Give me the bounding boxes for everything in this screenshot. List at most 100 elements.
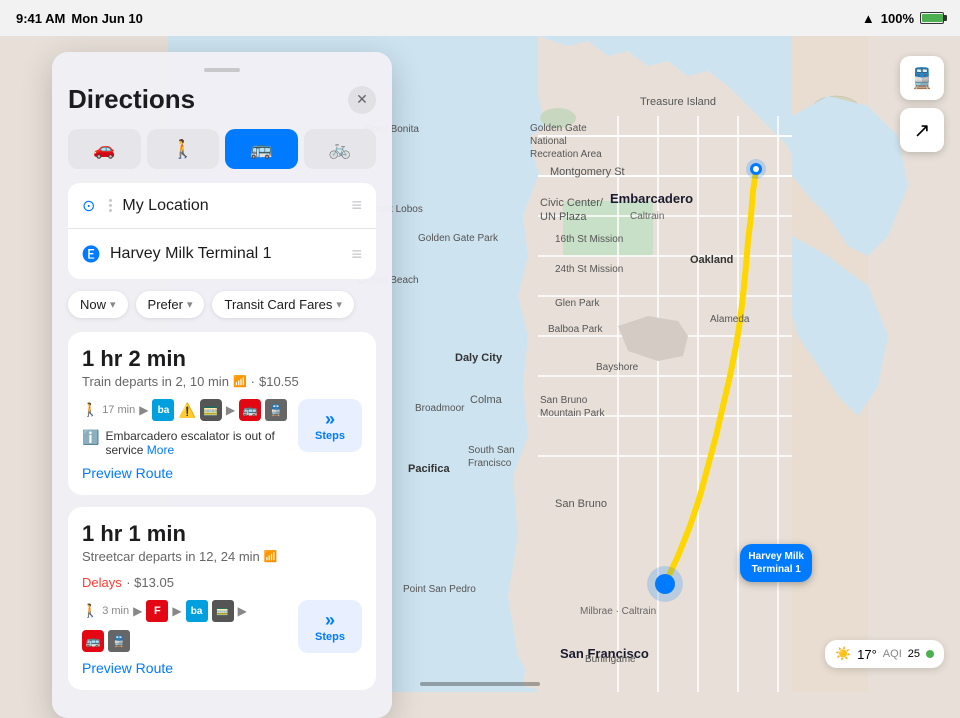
alert-icon-1: ℹ️	[82, 429, 99, 446]
transport-tabs: 🚗 🚶 🚌 🚲	[68, 129, 376, 169]
status-right: ▲ 100%	[862, 11, 944, 26]
drive-icon: 🚗	[93, 139, 115, 160]
muni-f-badge: F	[146, 600, 168, 622]
route-2-info: 🚶 3 min ▶ F ▶ ba 🚃 ▶ 🚌 🚆 Preview Route	[82, 600, 298, 676]
walk-icon-r2: 🚶	[82, 603, 98, 619]
route-2-duration: 1 hr 1 min	[82, 521, 362, 547]
status-bar: 9:41 AM Mon Jun 10 ▲ 100%	[0, 0, 960, 36]
tab-bike[interactable]: 🚲	[304, 129, 377, 169]
filter-prefer-label: Prefer	[148, 297, 183, 312]
chevron-fares: ▾	[336, 298, 342, 311]
transit-icon: 🚌	[250, 139, 272, 160]
transit-mode-btn[interactable]: 🚆	[900, 56, 944, 100]
route-2-steps-row-1: 🚶 3 min ▶ F ▶ ba 🚃 ▶	[82, 600, 298, 622]
filters-row: Now ▾ Prefer ▾ Transit Card Fares ▾	[68, 291, 376, 318]
filter-fares-label: Transit Card Fares	[224, 297, 332, 312]
route-2-departs: Streetcar departs in 12, 24 min 📶	[82, 549, 362, 564]
arrow-1: ▶	[139, 403, 148, 417]
wifi-icon: ▲	[862, 11, 875, 26]
location-btn[interactable]: ↗	[900, 108, 944, 152]
muni-red-badge-r2: 🚌	[82, 630, 104, 652]
alert-text-1: Embarcadero escalator is out of service …	[105, 429, 298, 457]
warning-icon: ⚠️	[178, 402, 195, 419]
steps-label-1: Steps	[312, 430, 348, 442]
delays-badge: Delays	[82, 575, 122, 590]
weather-temp: 17°	[857, 647, 877, 662]
walk-time-r2: 3 min	[102, 605, 129, 617]
route-2-steps-row-2: 🚌 🚆	[82, 630, 298, 652]
route-2-delay-price: Delays · $13.05	[82, 574, 362, 592]
status-left: 9:41 AM Mon Jun 10	[16, 11, 143, 26]
route-1-steps: 🚶 17 min ▶ ba ⚠️ 🚃 ▶ 🚌 🚆	[82, 399, 298, 421]
steps-btn-1[interactable]: » Steps	[298, 399, 362, 452]
destination-row[interactable]: 🅔 Harvey Milk Terminal 1 ≡	[68, 228, 376, 279]
filter-prefer[interactable]: Prefer ▾	[136, 291, 205, 318]
route-card-2: 1 hr 1 min Streetcar departs in 12, 24 m…	[68, 507, 376, 690]
route-1-info: 🚶 17 min ▶ ba ⚠️ 🚃 ▶ 🚌 🚆 ℹ️ Embarcadero …	[82, 399, 298, 481]
live-icon-2: 📶	[264, 550, 278, 563]
destination-icon: 🅔	[82, 241, 100, 267]
walk-time-r1: 17 min	[102, 404, 135, 416]
route-card-1: 1 hr 2 min Train departs in 2, 10 min 📶 …	[68, 332, 376, 495]
close-icon: ✕	[356, 91, 368, 108]
route-1-alert: ℹ️ Embarcadero escalator is out of servi…	[82, 429, 298, 457]
filter-time[interactable]: Now ▾	[68, 291, 128, 318]
chevron-time: ▾	[110, 298, 116, 311]
sidebar-title: Directions	[68, 84, 195, 115]
walk-icon: 🚶	[172, 139, 194, 160]
route-1-duration: 1 hr 2 min	[82, 346, 362, 372]
price-r2-val: $13.05	[134, 575, 174, 590]
steps-btn-2[interactable]: » Steps	[298, 600, 362, 653]
weather-icon: ☀️	[835, 646, 851, 662]
arrow-r2-3: ▶	[238, 604, 247, 618]
more-link-1[interactable]: More	[147, 443, 174, 457]
arrow-r2-1: ▶	[133, 604, 142, 618]
price-r2: ·	[126, 575, 134, 590]
steps-arrows-1: »	[312, 409, 348, 430]
arrow-r2-2: ▶	[172, 604, 181, 618]
destination-pin: Harvey MilkTerminal 1	[740, 544, 812, 582]
battery-icon	[920, 12, 944, 24]
route-1-actions: 🚶 17 min ▶ ba ⚠️ 🚃 ▶ 🚌 🚆 ℹ️ Embarcadero …	[82, 399, 362, 481]
home-indicator	[420, 682, 540, 686]
preview-route-1[interactable]: Preview Route	[82, 465, 298, 481]
train-badge-1: 🚆	[265, 399, 287, 421]
bike-icon: 🚲	[329, 139, 351, 160]
walk-icon-r1: 🚶	[82, 402, 98, 418]
weather-badge: ☀️ 17° AQI 25	[825, 640, 944, 668]
aqi-label: AQI	[883, 648, 902, 660]
bart-badge-2: 🚃	[200, 399, 222, 421]
time: 9:41 AM	[16, 11, 65, 26]
preview-route-2[interactable]: Preview Route	[82, 660, 298, 676]
tab-transit[interactable]: 🚌	[225, 129, 298, 169]
connector-dots	[109, 199, 112, 212]
chevron-prefer: ▾	[187, 298, 193, 311]
route-2-actions: 🚶 3 min ▶ F ▶ ba 🚃 ▶ 🚌 🚆 Preview Route »	[82, 600, 362, 676]
map-controls: 🚆 ↗	[900, 56, 944, 152]
steps-label-2: Steps	[312, 631, 348, 643]
train-badge-r2: 🚆	[108, 630, 130, 652]
filter-time-label: Now	[80, 297, 106, 312]
date: Mon Jun 10	[71, 11, 143, 26]
steps-arrows-2: »	[312, 610, 348, 631]
destination-handle: ≡	[351, 244, 362, 265]
aqi-value: 25	[908, 648, 920, 660]
filter-fares[interactable]: Transit Card Fares ▾	[212, 291, 353, 318]
arrow-2: ▶	[226, 403, 235, 417]
route-1-departs: Train departs in 2, 10 min 📶 · $10.55	[82, 374, 362, 389]
close-button[interactable]: ✕	[348, 86, 376, 114]
battery-text: 100%	[881, 11, 914, 26]
directions-panel: Directions ✕ 🚗 🚶 🚌 🚲 ⊙ My Location	[52, 52, 392, 718]
tab-walk[interactable]: 🚶	[147, 129, 220, 169]
live-icon-1: 📶	[233, 375, 247, 388]
bart2-badge-r2: 🚃	[212, 600, 234, 622]
origin-icon: ⊙	[82, 196, 95, 216]
origin-row[interactable]: ⊙ My Location ≡	[68, 183, 376, 228]
origin-handle: ≡	[351, 195, 362, 216]
muni-badge-1: 🚌	[239, 399, 261, 421]
destination-text: Harvey Milk Terminal 1	[110, 245, 341, 263]
sidebar-header: Directions ✕	[68, 84, 376, 115]
location-inputs: ⊙ My Location ≡ 🅔 Harvey Milk Terminal 1…	[68, 183, 376, 279]
drag-handle	[204, 68, 240, 72]
tab-drive[interactable]: 🚗	[68, 129, 141, 169]
